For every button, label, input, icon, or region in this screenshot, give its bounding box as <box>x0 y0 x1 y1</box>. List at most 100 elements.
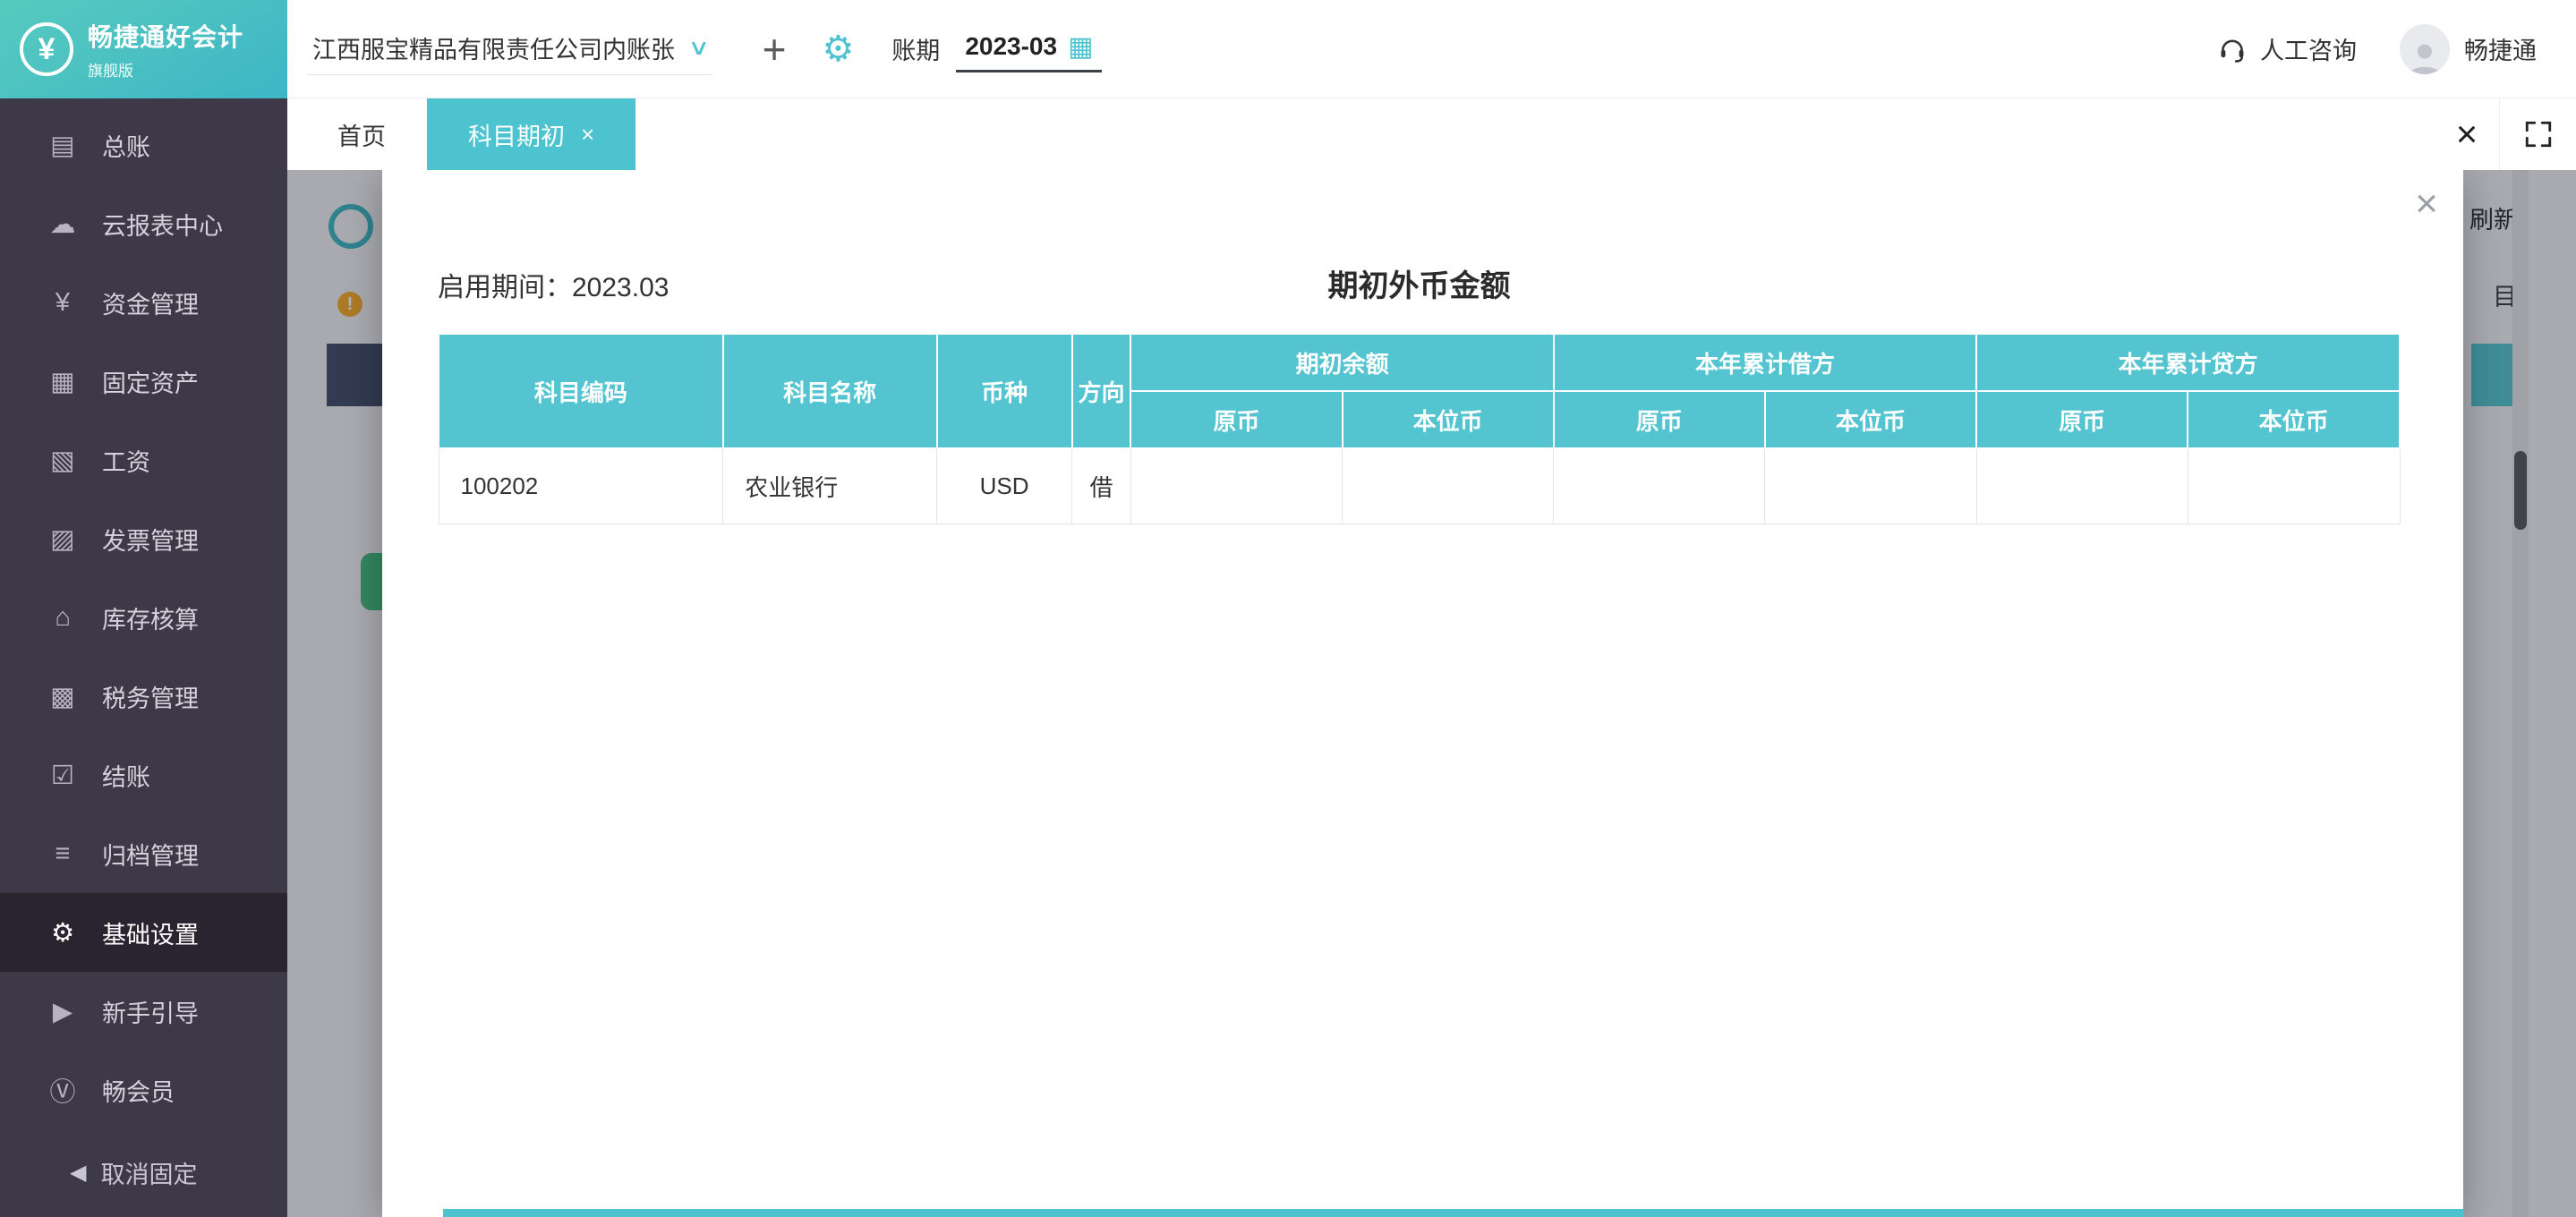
sidebar-item-tax[interactable]: ▩ 税务管理 <box>0 657 287 736</box>
cell-direction: 借 <box>1071 447 1131 524</box>
col-header-currency: 币种 <box>935 333 1073 449</box>
tab-account-initial-balance[interactable]: 科目期初 × <box>427 98 636 170</box>
sidebar-item-payroll[interactable]: ▧ 工资 <box>0 421 287 499</box>
company-name: 江西服宝精品有限责任公司内账张 <box>312 36 675 64</box>
invoice-icon: ▨ <box>50 524 75 554</box>
support-link[interactable]: 人工咨询 <box>2217 31 2357 66</box>
headset-icon <box>2217 34 2248 64</box>
sidebar-item-label: 新手引导 <box>102 1000 199 1027</box>
logo-glyph: ¥ <box>38 31 55 66</box>
fixed-assets-icon: ▦ <box>50 367 75 396</box>
funds-icon: ¥ <box>55 287 71 317</box>
tab-label: 首页 <box>337 123 386 150</box>
sidebar-item-funds[interactable]: ¥ 资金管理 <box>0 263 287 342</box>
cell-debit-original[interactable] <box>1553 447 1766 524</box>
cell-debit-base[interactable] <box>1764 447 1977 524</box>
sidebar-item-general-ledger[interactable]: ▤ 总账 <box>0 106 287 184</box>
sidebar-item-member[interactable]: Ⓥ 畅会员 <box>0 1051 287 1129</box>
topbar: 江西服宝精品有限责任公司内账张 ∨ + ⚙ 账期 2023-03 ▦ 人工咨询 <box>287 0 2576 98</box>
sidebar-item-label: 总账 <box>102 133 150 161</box>
subcol-base-currency: 本位币 <box>1341 390 1555 449</box>
unpin-sidebar-button[interactable]: ◀ 取消固定 <box>0 1128 287 1217</box>
table-row[interactable]: 100202 农业银行 USD 借 <box>438 447 2401 524</box>
company-select[interactable]: 江西服宝精品有限责任公司内账张 ∨ <box>307 23 712 75</box>
period-label: 账期 <box>891 38 941 64</box>
sidebar-item-label: 云报表中心 <box>102 212 223 240</box>
screen: ¥ 畅捷通好会计 旗舰版 ▤ 总账 ☁ 云报表中心 ¥ 资金管理 ▦ 固定资产 ▧ 工资 … <box>0 0 2576 1217</box>
sidebar-item-label: 库存核算 <box>102 606 199 634</box>
period-picker[interactable]: 2023-03 ▦ <box>956 26 1103 72</box>
sidebar-item-label: 固定资产 <box>102 370 199 397</box>
cell-credit-original[interactable] <box>1975 447 2188 524</box>
add-account-set-button[interactable]: + <box>763 29 787 70</box>
app-logo: ¥ 畅捷通好会计 旗舰版 <box>0 0 287 98</box>
cell-opening-original[interactable] <box>1130 447 1343 524</box>
subcol-original-currency: 原币 <box>1552 390 1766 449</box>
settings-gear-icon[interactable]: ⚙ <box>822 31 854 67</box>
avatar[interactable] <box>2400 23 2450 74</box>
close-tab-icon[interactable]: × <box>581 121 594 149</box>
sidebar-item-cloud-reports[interactable]: ☁ 云报表中心 <box>0 184 287 263</box>
col-header-name: 科目名称 <box>721 333 938 449</box>
group-header-ytd-credit: 本年累计贷方 <box>1975 333 2401 392</box>
sidebar-item-label: 结账 <box>102 763 150 791</box>
cell-opening-base[interactable] <box>1342 447 1555 524</box>
sidebar-item-inventory[interactable]: ⌂ 库存核算 <box>0 578 287 657</box>
cell-currency: USD <box>935 447 1073 524</box>
fullscreen-icon[interactable] <box>2499 98 2576 170</box>
tab-home[interactable]: 首页 <box>296 98 427 170</box>
unpin-icon: ◀ <box>70 1160 87 1185</box>
chevron-down-icon: ∨ <box>687 35 711 60</box>
archive-icon: ≡ <box>55 838 71 868</box>
modal-header: 启用期间：2023.03 期初外币金额 <box>438 256 2401 308</box>
close-icon[interactable]: × <box>2435 98 2499 170</box>
modal-title: 期初外币金额 <box>1327 269 1511 303</box>
modal-close-icon[interactable]: × <box>2415 184 2438 224</box>
sidebar-item-fixed-assets[interactable]: ▦ 固定资产 <box>0 342 287 421</box>
sidebar: ¥ 畅捷通好会计 旗舰版 ▤ 总账 ☁ 云报表中心 ¥ 资金管理 ▦ 固定资产 ▧ 工资 … <box>0 0 287 1217</box>
ledger-icon: ▤ <box>50 131 75 160</box>
app-edition: 旗舰版 <box>88 63 133 80</box>
col-header-code: 科目编码 <box>438 333 724 449</box>
group-header-ytd-debit: 本年累计借方 <box>1552 333 1978 392</box>
initial-foreign-currency-modal: × 启用期间：2023.03 期初外币金额 科目编码 科目名称 币种 方向 期初… <box>382 170 2463 1217</box>
subcol-original-currency: 原币 <box>1130 390 1343 449</box>
closing-icon: ☑ <box>51 761 74 790</box>
support-label: 人工咨询 <box>2260 38 2357 64</box>
payroll-icon: ▧ <box>50 446 75 475</box>
tab-label: 科目期初 <box>468 123 565 150</box>
cell-credit-base[interactable] <box>2187 447 2401 524</box>
cell-name: 农业银行 <box>722 447 937 524</box>
settings-icon: ⚙ <box>51 918 74 948</box>
username: 畅捷通 <box>2464 38 2537 64</box>
member-icon: Ⓥ <box>49 1078 76 1107</box>
sidebar-menu: ▤ 总账 ☁ 云报表中心 ¥ 资金管理 ▦ 固定资产 ▧ 工资 ▨ 发票管理 ⌂ 库存核算 ▩… <box>0 98 287 1129</box>
sidebar-item-label: 发票管理 <box>102 527 199 555</box>
app-name: 畅捷通好会计 <box>88 23 244 51</box>
sidebar-item-invoices[interactable]: ▨ 发票管理 <box>0 499 287 578</box>
sidebar-item-label: 畅会员 <box>102 1078 175 1106</box>
sidebar-item-label: 资金管理 <box>102 291 199 319</box>
bottom-accent-strip <box>443 1209 2463 1217</box>
sidebar-item-basic-settings[interactable]: ⚙ 基础设置 <box>0 893 287 972</box>
unpin-label: 取消固定 <box>100 1161 198 1188</box>
subcol-base-currency: 本位币 <box>2187 390 2401 449</box>
group-header-opening-balance: 期初余额 <box>1130 333 1555 392</box>
sidebar-item-archive[interactable]: ≡ 归档管理 <box>0 814 287 893</box>
content-area: ! 刷新 目 × 启用期间：2023.03 期初外币金额 科目编码 科目名称 币… <box>287 170 2576 1217</box>
sidebar-item-label: 税务管理 <box>102 685 199 712</box>
calendar-icon: ▦ <box>1068 31 1094 62</box>
sidebar-item-label: 归档管理 <box>102 842 199 870</box>
subcol-original-currency: 原币 <box>1975 390 2189 449</box>
tab-bar: 首页 科目期初 × × <box>287 98 2576 170</box>
logo-icon: ¥ <box>20 22 73 76</box>
guide-icon: ▶ <box>52 997 73 1026</box>
period-value: 2023-03 <box>965 32 1058 60</box>
modal-body: 启用期间：2023.03 期初外币金额 科目编码 科目名称 币种 方向 期初余额… <box>382 256 2463 524</box>
col-header-direction: 方向 <box>1070 333 1132 449</box>
sidebar-item-closing[interactable]: ☑ 结账 <box>0 736 287 814</box>
cell-code: 100202 <box>438 447 724 524</box>
sidebar-item-label: 基础设置 <box>102 921 199 949</box>
sidebar-item-beginner-guide[interactable]: ▶ 新手引导 <box>0 972 287 1051</box>
sidebar-item-label: 工资 <box>102 448 150 476</box>
